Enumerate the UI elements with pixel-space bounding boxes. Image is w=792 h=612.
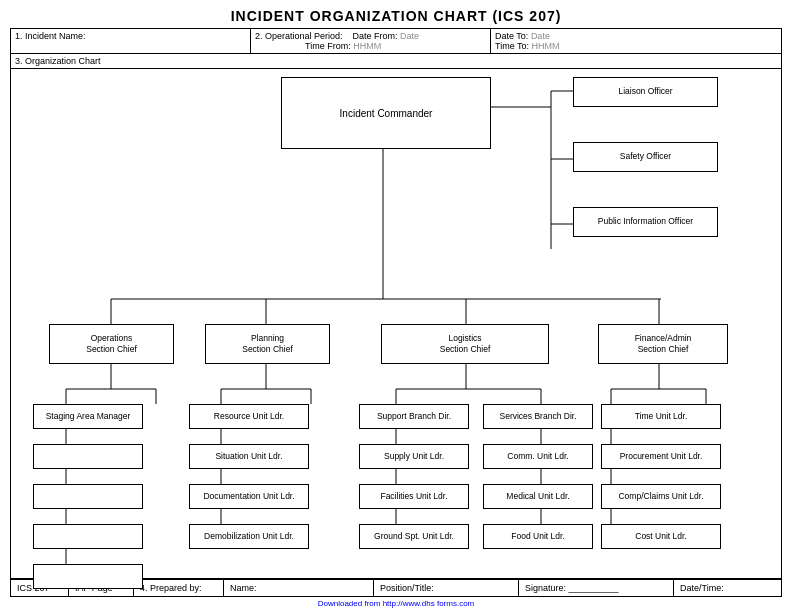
food-unit-ldr-box: Food Unit Ldr. xyxy=(483,524,593,549)
finance-admin-section-chief-box: Finance/Admin Section Chief xyxy=(598,324,728,364)
documentation-unit-ldr-box: Documentation Unit Ldr. xyxy=(189,484,309,509)
services-branch-dir-box: Services Branch Dir. xyxy=(483,404,593,429)
resource-unit-ldr-box: Resource Unit Ldr. xyxy=(189,404,309,429)
situation-unit-ldr-box: Situation Unit Ldr. xyxy=(189,444,309,469)
time-from-label: Time From: xyxy=(255,41,351,51)
facilities-unit-ldr-box: Facilities Unit Ldr. xyxy=(359,484,469,509)
planning-section-chief-box: Planning Section Chief xyxy=(205,324,330,364)
ops-empty4 xyxy=(33,564,143,589)
download-note: Downloaded from http://www.dhs forms.com xyxy=(10,599,782,608)
date-from-label: Date From: xyxy=(353,31,398,41)
operations-section-chief-box: Operations Section Chief xyxy=(49,324,174,364)
position-title-field: Position/Title: xyxy=(374,580,519,596)
support-branch-dir-box: Support Branch Dir. xyxy=(359,404,469,429)
org-chart-label: 3. Organization Chart xyxy=(10,53,782,68)
cost-unit-ldr-box: Cost Unit Ldr. xyxy=(601,524,721,549)
date-to-field: Date To: Date Time To: HHMM xyxy=(491,29,691,53)
date-to-val: Date xyxy=(531,31,550,41)
demobilization-unit-ldr-box: Demobilization Unit Ldr. xyxy=(189,524,309,549)
time-from-val: HHMM xyxy=(353,41,381,51)
ground-spt-unit-ldr-box: Ground Spt. Unit Ldr. xyxy=(359,524,469,549)
page-title: INCIDENT ORGANIZATION CHART (ICS 207) xyxy=(10,8,782,24)
time-unit-ldr-box: Time Unit Ldr. xyxy=(601,404,721,429)
ops-empty3 xyxy=(33,524,143,549)
prepared-by-label: 4. Prepared by: xyxy=(134,580,224,596)
op-period-label: 2. Operational Period: xyxy=(255,31,343,41)
supply-unit-ldr-box: Supply Unit Ldr. xyxy=(359,444,469,469)
logistics-section-chief-box: Logistics Section Chief xyxy=(381,324,549,364)
date-from-val: Date xyxy=(400,31,419,41)
comm-unit-ldr-box: Comm. Unit Ldr. xyxy=(483,444,593,469)
procurement-unit-ldr-box: Procurement Unit Ldr. xyxy=(601,444,721,469)
liaison-officer-box: Liaison Officer xyxy=(573,77,718,107)
medical-unit-ldr-box: Medical Unit Ldr. xyxy=(483,484,593,509)
public-information-officer-box: Public Information Officer xyxy=(573,207,718,237)
time-to-label: Time To: xyxy=(495,41,529,51)
comp-claims-unit-ldr-box: Comp/Claims Unit Ldr. xyxy=(601,484,721,509)
signature-field: Signature: __________ xyxy=(519,580,674,596)
incident-name-field: 1. Incident Name: xyxy=(11,29,251,53)
ops-empty1 xyxy=(33,444,143,469)
name-field: Name: xyxy=(224,580,374,596)
incident-commander-box: Incident Commander xyxy=(281,77,491,149)
safety-officer-box: Safety Officer xyxy=(573,142,718,172)
date-to-label: Date To: xyxy=(495,31,528,41)
operational-period-field: 2. Operational Period: Date From: Date T… xyxy=(251,29,491,53)
time-to-val: HHMM xyxy=(532,41,560,51)
date-time-field: Date/Time: xyxy=(674,580,781,596)
ops-empty2 xyxy=(33,484,143,509)
staging-area-manager-box: Staging Area Manager xyxy=(33,404,143,429)
org-chart-area: Incident Commander Liaison Officer Safet… xyxy=(10,68,782,579)
